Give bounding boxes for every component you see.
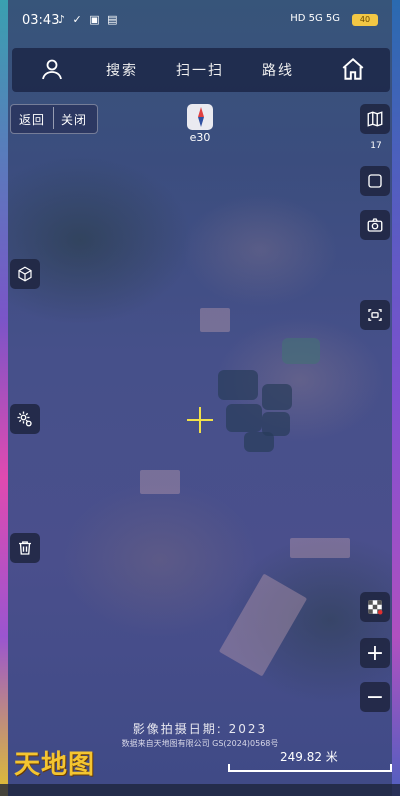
user-icon[interactable] [40, 57, 64, 85]
layer-toggle-icon[interactable] [360, 592, 390, 622]
back-close-panel: 返回 关闭 [10, 104, 98, 134]
camera-icon[interactable] [360, 210, 390, 240]
compass-icon[interactable] [187, 104, 213, 130]
left-glow-edge [0, 0, 8, 796]
3d-cube-icon[interactable] [10, 259, 40, 289]
search-link[interactable]: 搜索 [106, 60, 138, 80]
right-glow-edge [392, 0, 400, 796]
battery-icon: 40 [352, 14, 378, 26]
back-button[interactable]: 返回 [19, 111, 45, 128]
scale-bar [228, 764, 392, 772]
close-button[interactable]: 关闭 [61, 111, 87, 128]
zoom-out-icon[interactable]: − [360, 682, 390, 712]
notification-icons: ♪ ✓ ▣ ▤ [58, 13, 120, 26]
status-time: 03:43 [22, 13, 60, 28]
route-link[interactable]: 路线 [262, 60, 294, 80]
zoom-in-icon[interactable]: + [360, 638, 390, 668]
map-layers-icon[interactable] [360, 104, 390, 134]
location-settings-icon[interactable] [10, 404, 40, 434]
divider [53, 107, 54, 129]
trash-icon[interactable] [10, 533, 40, 563]
network-indicator: HD 5G 5G [290, 13, 340, 24]
center-crosshair-vertical [199, 407, 201, 433]
scan-link[interactable]: 扫一扫 [176, 60, 224, 80]
bottom-toolbar [0, 784, 400, 796]
fullscreen-icon[interactable] [360, 166, 390, 196]
top-nav-bar: 搜索 扫一扫 路线 [12, 48, 390, 92]
zoom-level-label: e30 [189, 131, 211, 144]
status-bar: 03:43 ♪ ✓ ▣ ▤ HD 5G 5G 40 [0, 0, 400, 40]
home-icon[interactable] [340, 56, 366, 86]
layer-count: 17 [370, 141, 382, 151]
screen-capture-icon[interactable] [360, 300, 390, 330]
scale-label: 249.82 米 [280, 750, 338, 764]
imagery-date: 影像拍摄日期: 2023 [132, 722, 268, 736]
tianditu-logo: 天地图 [14, 750, 96, 780]
